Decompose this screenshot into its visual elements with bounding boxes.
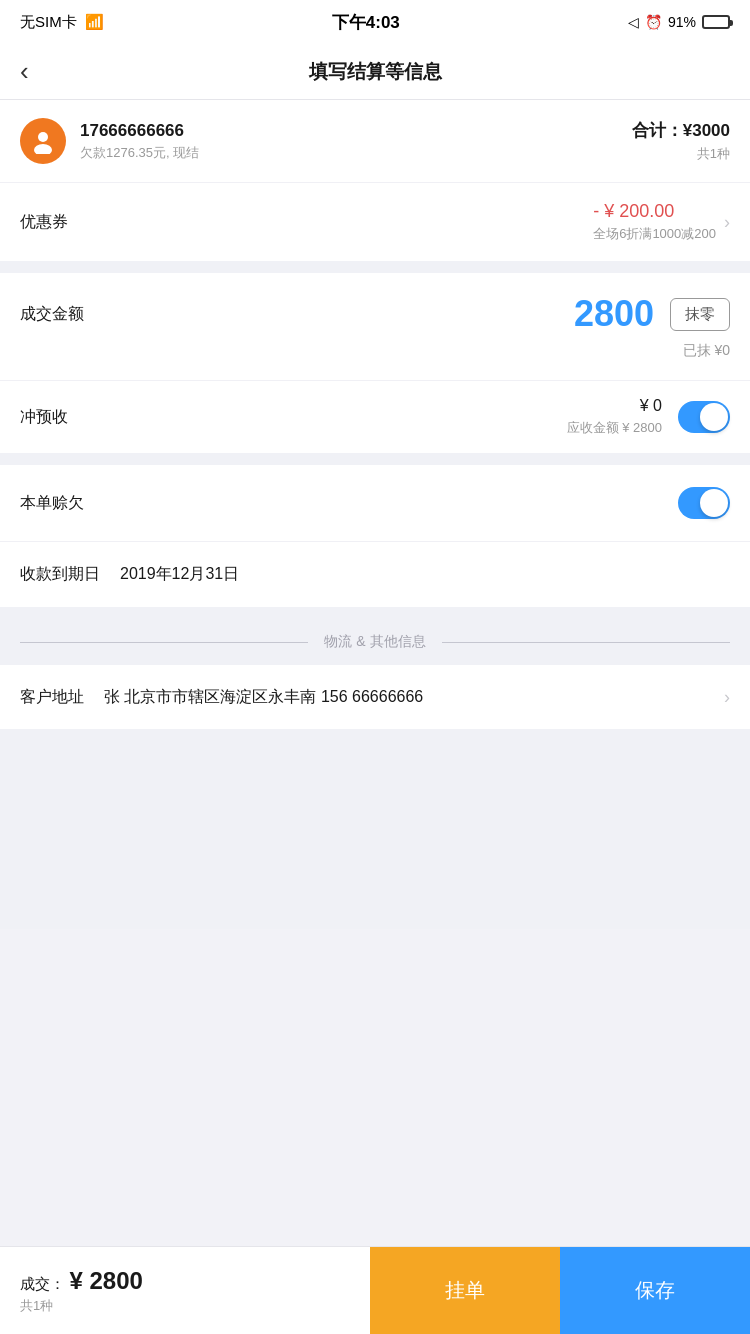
user-sub-text: 欠款1276.35元, 现结 bbox=[80, 144, 199, 162]
amount-section: 成交金额 2800 抹零 已抹 ¥0 bbox=[0, 273, 750, 380]
address-row[interactable]: 客户地址 张 北京市市辖区海淀区永丰南 156 66666666 › bbox=[0, 665, 750, 729]
due-date-label: 收款到期日 bbox=[20, 564, 100, 585]
user-phone: 17666666666 bbox=[80, 121, 199, 141]
hang-button[interactable]: 挂单 bbox=[370, 1247, 560, 1335]
coupon-info: - ¥ 200.00 全场6折满1000减200 bbox=[593, 201, 716, 243]
debt-row: 本单赊欠 bbox=[0, 465, 750, 541]
debt-toggle[interactable] bbox=[678, 487, 730, 519]
amount-erased-wrap: 已抹 ¥0 bbox=[20, 341, 730, 360]
prepay-row: 冲预收 ¥ 0 应收金额 ¥ 2800 bbox=[0, 380, 750, 453]
bottom-bar: 成交： ¥ 2800 共1种 挂单 保存 bbox=[0, 1246, 750, 1334]
prepay-value-wrap: ¥ 0 应收金额 ¥ 2800 bbox=[567, 397, 662, 437]
coupon-label: 优惠券 bbox=[20, 212, 68, 233]
status-bar: 无SIM卡 📶 下午4:03 ◁ ⏰ 91% bbox=[0, 0, 750, 44]
prepay-value: ¥ 0 bbox=[640, 397, 662, 415]
coupon-desc: 全场6折满1000减200 bbox=[593, 225, 716, 243]
bottom-summary: 成交： ¥ 2800 共1种 bbox=[0, 1267, 370, 1315]
section-divider-2 bbox=[0, 453, 750, 465]
section-divider-3 bbox=[0, 607, 750, 619]
back-button[interactable]: ‹ bbox=[20, 56, 60, 87]
header-line-right bbox=[442, 642, 730, 643]
user-left: 17666666666 欠款1276.35元, 现结 bbox=[20, 118, 199, 164]
nav-bar: ‹ 填写结算等信息 bbox=[0, 44, 750, 100]
bottom-deal-row: 成交： ¥ 2800 bbox=[20, 1267, 350, 1295]
round-button[interactable]: 抹零 bbox=[670, 298, 730, 331]
save-button[interactable]: 保存 bbox=[560, 1247, 750, 1335]
wifi-icon: 📶 bbox=[85, 13, 104, 31]
location-icon: ◁ bbox=[628, 14, 639, 30]
page-title: 填写结算等信息 bbox=[309, 59, 442, 85]
prepay-sub: 应收金额 ¥ 2800 bbox=[567, 419, 662, 437]
prepay-toggle[interactable] bbox=[678, 401, 730, 433]
avatar bbox=[20, 118, 66, 164]
header-line-left bbox=[20, 642, 308, 643]
svg-point-1 bbox=[34, 144, 52, 154]
amount-label: 成交金额 bbox=[20, 304, 84, 325]
due-date-row: 收款到期日 2019年12月31日 bbox=[0, 542, 750, 607]
user-info-section: 17666666666 欠款1276.35元, 现结 合计：¥3000 共1种 bbox=[0, 100, 750, 182]
due-date-value: 2019年12月31日 bbox=[120, 564, 239, 585]
logistics-header: 物流 & 其他信息 bbox=[0, 619, 750, 665]
amount-row: 成交金额 2800 抹零 bbox=[20, 293, 730, 335]
address-value: 张 北京市市辖区海淀区永丰南 156 66666666 bbox=[104, 685, 704, 709]
user-count: 共1种 bbox=[632, 145, 730, 163]
status-left: 无SIM卡 📶 bbox=[20, 13, 104, 32]
bottom-deal-amount: ¥ 2800 bbox=[69, 1267, 142, 1294]
bottom-count: 共1种 bbox=[20, 1297, 350, 1315]
user-total: 合计：¥3000 共1种 bbox=[632, 119, 730, 163]
svg-point-0 bbox=[38, 132, 48, 142]
user-info-row: 17666666666 欠款1276.35元, 现结 合计：¥3000 共1种 bbox=[20, 118, 730, 164]
bottom-spacer bbox=[0, 729, 750, 929]
amount-number: 2800 bbox=[574, 293, 654, 335]
section-divider-1 bbox=[0, 261, 750, 273]
address-label: 客户地址 bbox=[20, 687, 84, 708]
debt-label: 本单赊欠 bbox=[20, 493, 84, 514]
amount-value-wrap: 2800 抹零 bbox=[574, 293, 730, 335]
amount-erased: 已抹 ¥0 bbox=[683, 342, 730, 358]
sim-text: 无SIM卡 bbox=[20, 13, 77, 32]
battery-percent: 91% bbox=[668, 14, 696, 30]
user-total-value: 合计：¥3000 bbox=[632, 119, 730, 142]
user-details: 17666666666 欠款1276.35元, 现结 bbox=[80, 121, 199, 162]
prepay-label: 冲预收 bbox=[20, 407, 68, 428]
debt-toggle-knob bbox=[700, 489, 728, 517]
alarm-icon: ⏰ bbox=[645, 14, 662, 30]
toggle-knob bbox=[700, 403, 728, 431]
bottom-deal-label: 成交： bbox=[20, 1275, 65, 1292]
coupon-row[interactable]: 优惠券 - ¥ 200.00 全场6折满1000减200 › bbox=[0, 182, 750, 261]
chevron-right-icon: › bbox=[724, 212, 730, 233]
address-chevron-icon: › bbox=[724, 687, 730, 708]
status-time: 下午4:03 bbox=[332, 11, 400, 34]
status-right: ◁ ⏰ 91% bbox=[628, 14, 730, 30]
battery-bar bbox=[702, 15, 730, 29]
coupon-right: - ¥ 200.00 全场6折满1000减200 › bbox=[593, 201, 730, 243]
coupon-discount: - ¥ 200.00 bbox=[593, 201, 716, 222]
prepay-right: ¥ 0 应收金额 ¥ 2800 bbox=[567, 397, 730, 437]
logistics-title: 物流 & 其他信息 bbox=[324, 633, 425, 651]
